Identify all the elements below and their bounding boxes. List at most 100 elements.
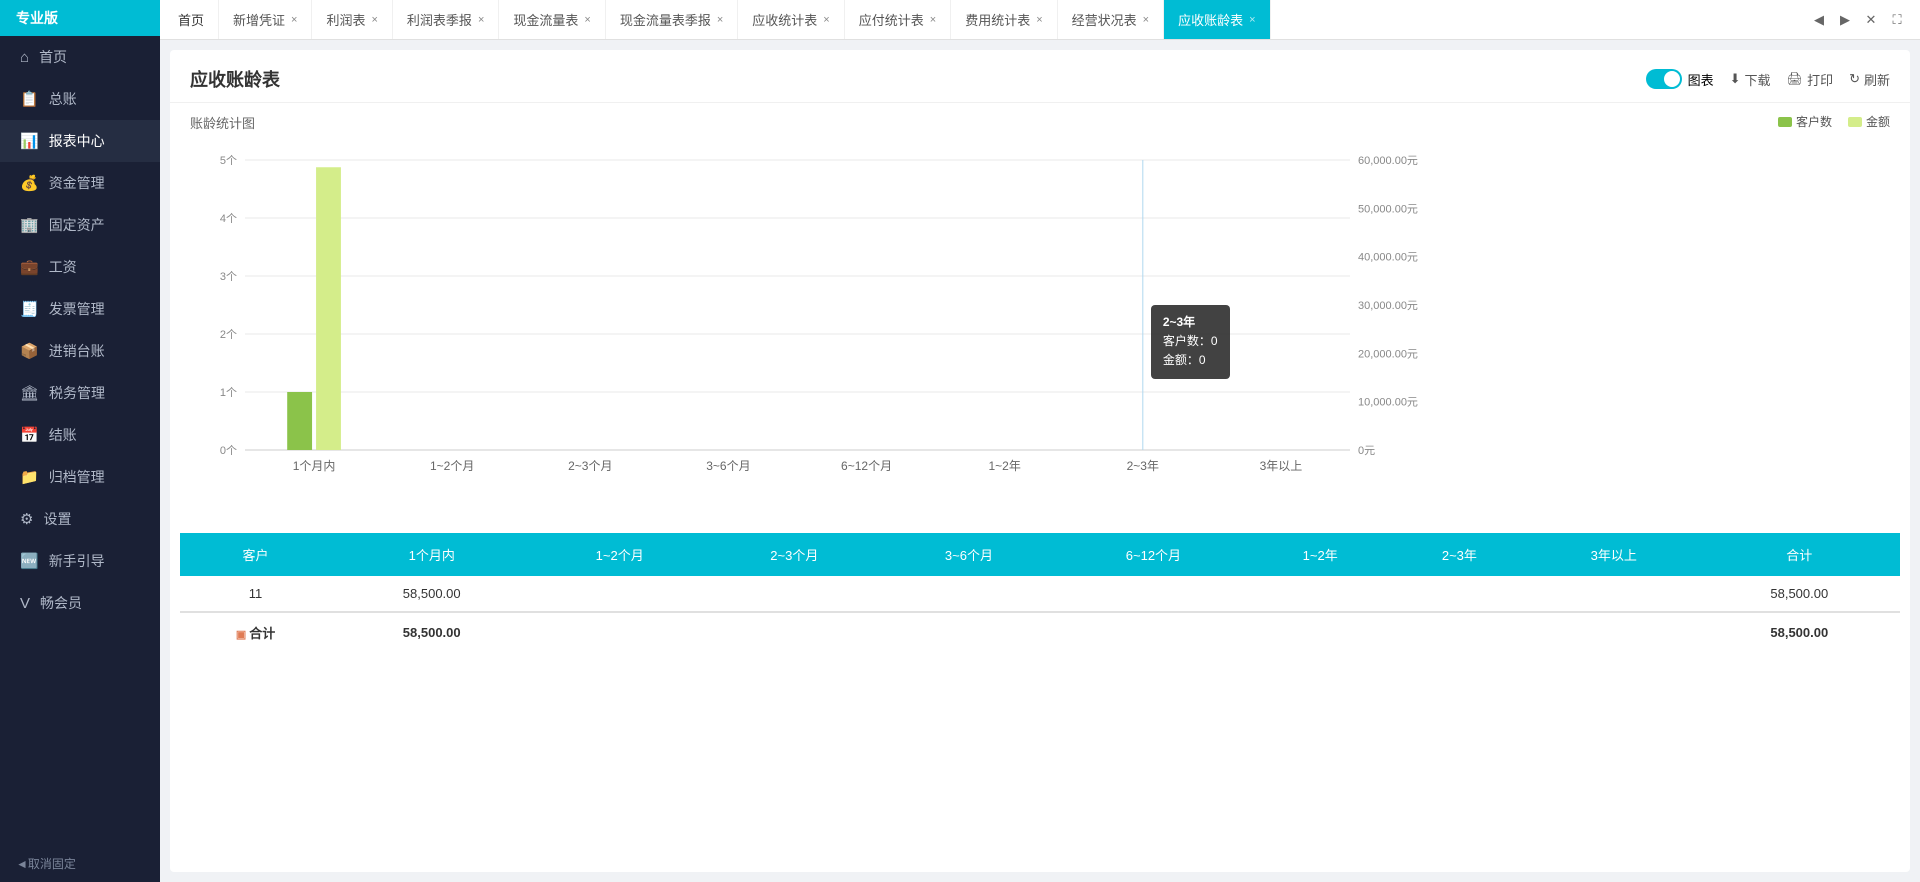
print-button[interactable]: 🖨打印	[1787, 70, 1834, 89]
tab-close-ar_stat[interactable]: ×	[823, 14, 829, 26]
chart-svg: 5个4个3个2个1个0个60,000.00元50,000.00元40,000.0…	[190, 140, 1450, 500]
tab-close-ap_stat[interactable]: ×	[930, 14, 936, 26]
tab-cashflow_q[interactable]: 现金流量表季报×	[606, 0, 738, 40]
toggle-label: 图表	[1688, 70, 1714, 89]
tab-close-expense[interactable]: ×	[1036, 14, 1042, 26]
tab-ar_stat[interactable]: 应收统计表 ×	[738, 0, 844, 40]
tab-ops[interactable]: 经营状况表×	[1058, 0, 1164, 40]
svg-text:10,000.00元: 10,000.00元	[1358, 397, 1418, 409]
chart-legend: 客户数金额	[1778, 113, 1890, 130]
sidebar-item-funds[interactable]: 💰 资金管理	[0, 162, 160, 204]
sidebar-item-reports[interactable]: 📊报表中心	[0, 120, 160, 162]
subtotal-icon: ▣	[236, 629, 246, 641]
sidebar-label-home: 首页	[39, 47, 67, 67]
chart-toggle[interactable]: 图表	[1646, 69, 1714, 89]
sidebar-label-closing: 结账	[49, 425, 77, 445]
tab-profit[interactable]: 利润表×	[312, 0, 392, 40]
sidebar-icon-reports: 📊	[20, 132, 39, 150]
sidebar-icon-trade: 📦	[20, 342, 39, 360]
table-header-3年以上: 3年以上	[1529, 533, 1699, 576]
table-header-6~12个月: 6~12个月	[1056, 533, 1250, 576]
tab-label-ar_stat: 应收统计表	[752, 10, 817, 29]
footer-value-1: 58,500.00	[403, 625, 461, 640]
svg-text:1个: 1个	[220, 386, 237, 399]
sidebar-label-guide: 新手引导	[49, 551, 105, 571]
table-cell-row0-col4	[882, 576, 1057, 612]
sidebar-item-tax[interactable]: 🏛税务管理	[0, 372, 160, 414]
sidebar-item-archive[interactable]: 📁归档管理	[0, 456, 160, 498]
sidebar-label-ledger: 总账	[49, 89, 77, 109]
tab-close-ops[interactable]: ×	[1143, 14, 1149, 26]
tab-label-ar_aging: 应收账龄表	[1178, 10, 1243, 29]
download-button[interactable]: ⬇下载	[1730, 70, 1771, 89]
tab-expand-button[interactable]: ⛶	[1886, 9, 1908, 31]
sidebar-icon-funds: 💰	[20, 174, 39, 192]
sidebar-item-trade[interactable]: 📦进销台账	[0, 330, 160, 372]
tab-prev-button[interactable]: ◀	[1808, 9, 1830, 31]
tab-expense[interactable]: 费用统计表 ×	[951, 0, 1057, 40]
main-area: 首页新增凭证×利润表×利润表季报×现金流量表×现金流量表季报×应收统计表×应付统…	[160, 0, 1920, 882]
tab-close-cashflow[interactable]: ×	[584, 14, 590, 26]
sidebar-item-guide[interactable]: 🆕新手引导	[0, 540, 160, 582]
table-header-1~2年: 1~2年	[1251, 533, 1390, 576]
tab-close-profit_q[interactable]: ×	[478, 14, 484, 26]
table-wrapper: 客户1个月内1~2个月2~3个月3~6个月6~12个月1~2年2~3年3年以上合…	[180, 533, 1900, 652]
sidebar-item-ledger[interactable]: 📋 总账	[0, 78, 160, 120]
sidebar-label-tax: 税务管理	[49, 383, 105, 403]
sidebar-item-salary[interactable]: 💼工资	[0, 246, 160, 288]
sidebar-icon-closing: 📅	[20, 426, 39, 444]
table-footer-cell-9: 58,500.00	[1699, 612, 1900, 652]
tab-next-button[interactable]: ▶	[1834, 9, 1856, 31]
sidebar-item-settings[interactable]: ⚙设置	[0, 498, 160, 540]
footer-label: 合计	[249, 626, 275, 641]
tab-voucher[interactable]: 新增凭证×	[219, 0, 312, 40]
sidebar-icon-assets: 🏢	[20, 216, 39, 234]
chart-container: 账龄统计图 客户数金额 5个4个3个2个1个0个60,000.00元50,000…	[170, 103, 1910, 523]
sidebar-pin-toggle[interactable]: ◄取消固定	[0, 845, 160, 882]
svg-text:0个: 0个	[220, 444, 237, 457]
tab-close-ar_aging[interactable]: ×	[1249, 14, 1255, 26]
tab-ar_aging[interactable]: 应收账龄表 ×	[1164, 0, 1270, 40]
table-footer-cell-0: ▣合计	[180, 612, 331, 652]
content-area: 应收账龄表 图表 ⬇下载🖨打印↻刷新 账龄统计图 客户数金额 5个4个3个2个1…	[170, 50, 1910, 872]
tab-close-voucher[interactable]: ×	[291, 14, 297, 26]
tab-label-expense: 费用统计表	[965, 10, 1030, 29]
data-table: 客户1个月内1~2个月2~3个月3~6个月6~12个月1~2年2~3年3年以上合…	[180, 533, 1900, 652]
sidebar-icon-member: V	[20, 595, 30, 612]
tab-navigation: ◀ ▶ ✕ ⛶	[1808, 9, 1916, 31]
svg-text:3~6个月: 3~6个月	[706, 459, 750, 473]
sidebar-item-home[interactable]: ⌂ 首页	[0, 36, 160, 78]
table-header-2~3年: 2~3年	[1390, 533, 1529, 576]
sidebar-icon-ledger: 📋	[20, 90, 39, 108]
table-header-合计: 合计	[1699, 533, 1900, 576]
tab-close-all-button[interactable]: ✕	[1860, 9, 1882, 31]
legend-customers: 客户数	[1778, 113, 1832, 130]
tab-cashflow[interactable]: 现金流量表×	[499, 0, 605, 40]
tab-home[interactable]: 首页	[164, 0, 219, 40]
table-cell-row0-col7	[1390, 576, 1529, 612]
table-footer-cell-2	[532, 612, 707, 652]
table-footer-cell-6	[1251, 612, 1390, 652]
sidebar-item-member[interactable]: V畅会员	[0, 582, 160, 624]
sidebar-item-assets[interactable]: 🏢固定资产	[0, 204, 160, 246]
tab-close-cashflow_q[interactable]: ×	[717, 14, 723, 26]
sidebar-icon-home: ⌂	[20, 49, 29, 66]
chart-svg-wrapper: 5个4个3个2个1个0个60,000.00元50,000.00元40,000.0…	[190, 140, 1890, 503]
table-cell-row0-col0: 11	[180, 576, 331, 612]
download-label: 下载	[1745, 70, 1771, 89]
toggle-track[interactable]	[1646, 69, 1682, 89]
refresh-button[interactable]: ↻刷新	[1849, 70, 1890, 89]
sidebar-icon-salary: 💼	[20, 258, 39, 276]
table-cell-row0-col2	[532, 576, 707, 612]
tab-profit_q[interactable]: 利润表季报×	[393, 0, 499, 40]
svg-text:0元: 0元	[1358, 445, 1375, 457]
sidebar-item-invoice[interactable]: 🧾发票管理	[0, 288, 160, 330]
svg-text:2个: 2个	[220, 328, 237, 341]
table-cell-row0-col5	[1056, 576, 1250, 612]
tab-close-profit[interactable]: ×	[371, 14, 377, 26]
print-label: 打印	[1807, 70, 1833, 89]
sidebar-item-closing[interactable]: 📅 结账	[0, 414, 160, 456]
tab-ap_stat[interactable]: 应付统计表×	[845, 0, 951, 40]
sidebar-label-funds: 资金管理	[49, 173, 105, 193]
svg-text:1~2个月: 1~2个月	[430, 459, 474, 473]
